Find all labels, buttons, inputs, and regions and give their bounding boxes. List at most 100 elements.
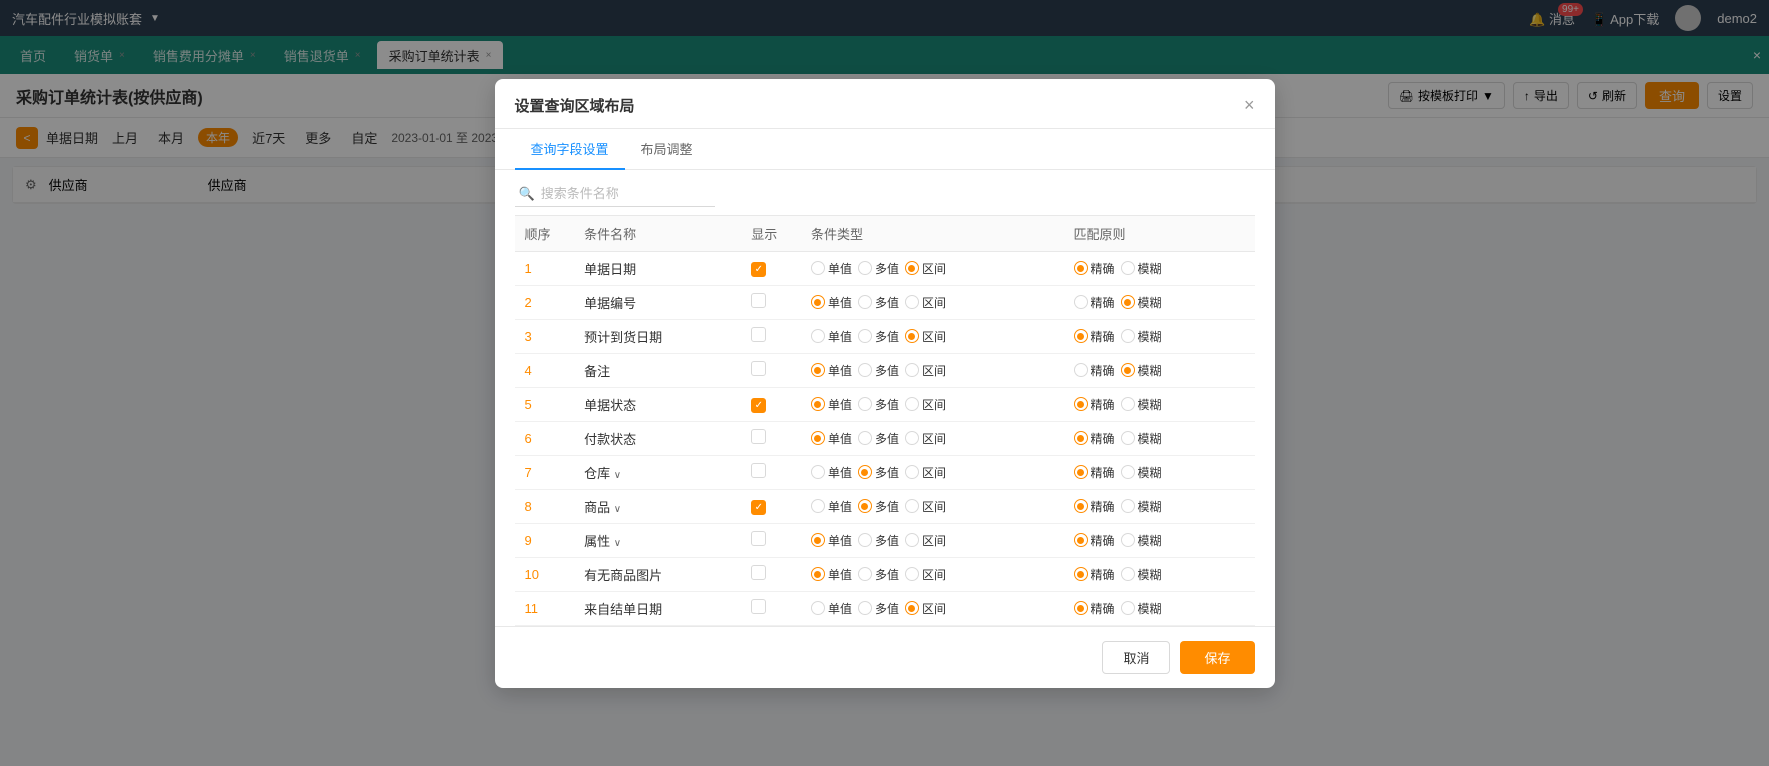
table-row: 7仓库 ∨单值多值区间精确模糊	[515, 455, 1255, 489]
type-radio-option[interactable]: 单值	[811, 362, 852, 379]
match-radio-option[interactable]: 模糊	[1121, 362, 1162, 379]
type-radio-option[interactable]: 多值	[858, 532, 899, 549]
row-display	[741, 489, 801, 523]
match-radio-option[interactable]: 精确	[1074, 566, 1115, 583]
type-radio-option[interactable]: 区间	[905, 260, 946, 277]
type-radio-option[interactable]: 单值	[811, 464, 852, 481]
match-radio-option[interactable]: 模糊	[1121, 498, 1162, 515]
type-radio-option[interactable]: 区间	[905, 396, 946, 413]
radio-circle	[1121, 431, 1135, 445]
display-checkbox[interactable]	[751, 327, 766, 342]
match-radio-option[interactable]: 精确	[1074, 328, 1115, 345]
type-radio-option[interactable]: 区间	[905, 430, 946, 447]
match-radio-option[interactable]: 模糊	[1121, 396, 1162, 413]
row-type: 单值多值区间	[801, 319, 1064, 353]
type-radio-option[interactable]: 多值	[858, 464, 899, 481]
row-order: 8	[515, 489, 575, 523]
row-order: 3	[515, 319, 575, 353]
tab-query-fields[interactable]: 查询字段设置	[515, 129, 625, 170]
search-input[interactable]	[541, 186, 701, 201]
display-checkbox[interactable]	[751, 429, 766, 444]
radio-circle	[811, 601, 825, 615]
table-header-row: 顺序 条件名称 显示 条件类型 匹配原则	[515, 215, 1255, 251]
type-radio-option[interactable]: 区间	[905, 362, 946, 379]
radio-circle	[1074, 601, 1088, 615]
row-order: 7	[515, 455, 575, 489]
match-radio-option[interactable]: 模糊	[1121, 532, 1162, 549]
type-radio-option[interactable]: 区间	[905, 600, 946, 617]
display-checkbox[interactable]	[751, 262, 766, 277]
type-radio-option[interactable]: 区间	[905, 532, 946, 549]
match-radio-option[interactable]: 模糊	[1121, 260, 1162, 277]
type-radio-option[interactable]: 区间	[905, 498, 946, 515]
display-checkbox[interactable]	[751, 361, 766, 376]
match-radio-option[interactable]: 精确	[1074, 260, 1115, 277]
type-radio-option[interactable]: 多值	[858, 294, 899, 311]
type-radio-option[interactable]: 单值	[811, 328, 852, 345]
type-radio-option[interactable]: 多值	[858, 362, 899, 379]
match-radio-option[interactable]: 精确	[1074, 464, 1115, 481]
type-radio-option[interactable]: 区间	[905, 566, 946, 583]
match-radio-option[interactable]: 模糊	[1121, 600, 1162, 617]
type-radio-option[interactable]: 单值	[811, 430, 852, 447]
radio-circle	[858, 601, 872, 615]
radio-circle	[1121, 499, 1135, 513]
match-radio-option[interactable]: 模糊	[1121, 294, 1162, 311]
display-checkbox[interactable]	[751, 531, 766, 546]
row-display	[741, 387, 801, 421]
save-button[interactable]: 保存	[1180, 641, 1254, 674]
row-order: 9	[515, 523, 575, 557]
radio-circle	[811, 533, 825, 547]
type-radio-option[interactable]: 多值	[858, 260, 899, 277]
type-radio-option[interactable]: 单值	[811, 566, 852, 583]
radio-circle	[1121, 329, 1135, 343]
modal-close-button[interactable]: ×	[1244, 96, 1255, 114]
row-name: 属性 ∨	[574, 523, 741, 557]
type-radio-option[interactable]: 区间	[905, 464, 946, 481]
cancel-button[interactable]: 取消	[1102, 641, 1170, 674]
type-radio-option[interactable]: 多值	[858, 566, 899, 583]
radio-circle	[905, 431, 919, 445]
display-checkbox[interactable]	[751, 599, 766, 614]
match-radio-option[interactable]: 模糊	[1121, 328, 1162, 345]
match-radio-option[interactable]: 模糊	[1121, 430, 1162, 447]
type-radio-option[interactable]: 单值	[811, 294, 852, 311]
display-checkbox[interactable]	[751, 398, 766, 413]
display-checkbox[interactable]	[751, 500, 766, 515]
match-radio-option[interactable]: 精确	[1074, 498, 1115, 515]
type-radio-option[interactable]: 单值	[811, 532, 852, 549]
type-radio-option[interactable]: 多值	[858, 396, 899, 413]
match-radio-option[interactable]: 精确	[1074, 600, 1115, 617]
row-display	[741, 319, 801, 353]
match-radio-option[interactable]: 精确	[1074, 430, 1115, 447]
type-radio-option[interactable]: 单值	[811, 600, 852, 617]
display-checkbox[interactable]	[751, 565, 766, 580]
match-radio-option[interactable]: 精确	[1074, 294, 1115, 311]
type-radio-option[interactable]: 多值	[858, 498, 899, 515]
type-radio-option[interactable]: 区间	[905, 294, 946, 311]
tab-layout-adjust[interactable]: 布局调整	[625, 129, 709, 170]
search-input-wrap: 🔍	[515, 182, 715, 207]
type-radio-option[interactable]: 单值	[811, 498, 852, 515]
type-radio-option[interactable]: 单值	[811, 260, 852, 277]
row-match: 精确模糊	[1064, 455, 1255, 489]
type-radio-option[interactable]: 多值	[858, 430, 899, 447]
type-radio-option[interactable]: 单值	[811, 396, 852, 413]
type-radio-option[interactable]: 多值	[858, 328, 899, 345]
match-radio-option[interactable]: 模糊	[1121, 566, 1162, 583]
display-checkbox[interactable]	[751, 463, 766, 478]
display-checkbox[interactable]	[751, 293, 766, 308]
radio-circle	[858, 329, 872, 343]
type-radio-option[interactable]: 多值	[858, 600, 899, 617]
match-radio-option[interactable]: 精确	[1074, 532, 1115, 549]
modal-tabs: 查询字段设置 布局调整	[495, 129, 1275, 170]
table-row: 5单据状态单值多值区间精确模糊	[515, 387, 1255, 421]
match-radio-option[interactable]: 精确	[1074, 396, 1115, 413]
row-order: 6	[515, 421, 575, 455]
match-radio-option[interactable]: 精确	[1074, 362, 1115, 379]
row-name: 单据状态	[574, 387, 741, 421]
match-radio-option[interactable]: 模糊	[1121, 464, 1162, 481]
radio-circle	[811, 329, 825, 343]
modal-footer: 取消 保存	[495, 626, 1275, 688]
type-radio-option[interactable]: 区间	[905, 328, 946, 345]
